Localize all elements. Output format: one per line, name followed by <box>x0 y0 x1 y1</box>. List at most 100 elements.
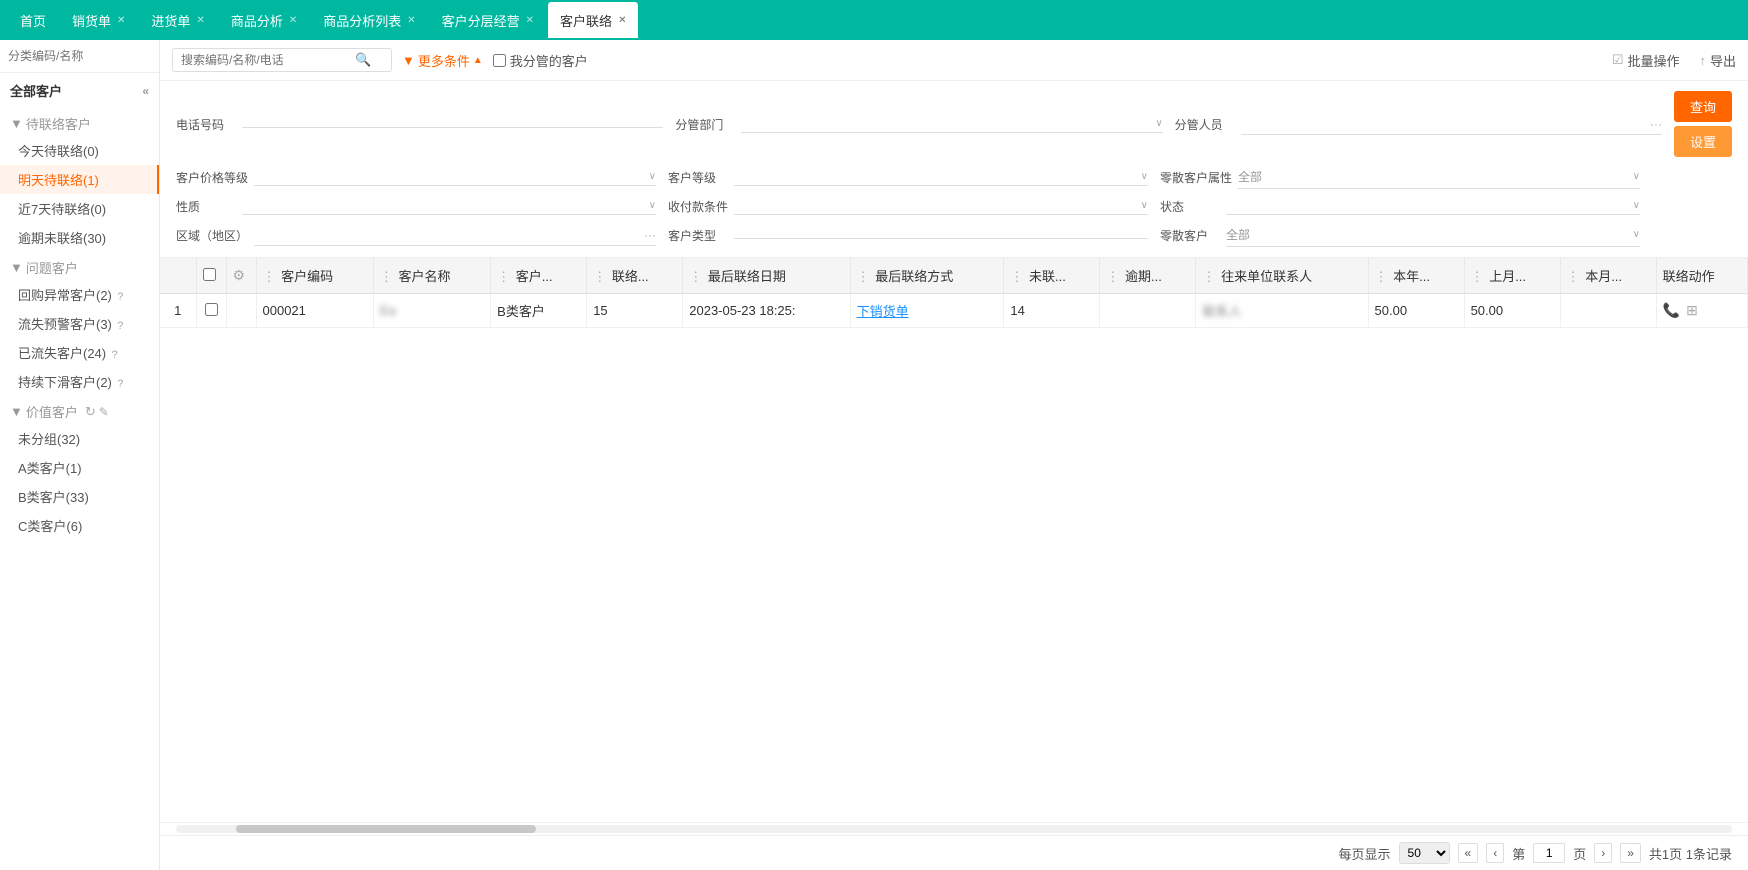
sidebar-item-class-b[interactable]: B类客户(33) <box>0 482 159 511</box>
sidebar-item-today[interactable]: 今天待联络(0) <box>0 136 159 165</box>
help-icon-1[interactable]: ? <box>117 320 123 332</box>
nav-goods-analysis-list[interactable]: 商品分析列表 ✕ <box>311 2 427 38</box>
filter-region-select[interactable]: ··· <box>254 225 656 246</box>
col-contact-label: 联络... <box>612 269 649 284</box>
sidebar-item-churned[interactable]: 已流失客户(24) ? <box>0 338 159 367</box>
cell-last-month: 50.00 <box>1464 294 1560 328</box>
sort-icon-date: ⋮ <box>689 269 702 284</box>
filter-status-select[interactable]: ∨ <box>1226 197 1640 215</box>
filter-region-dots-icon[interactable]: ··· <box>644 228 656 242</box>
prev-page-btn[interactable]: ‹ <box>1486 843 1504 863</box>
export-icon: ↑ <box>1699 53 1706 68</box>
help-icon-2[interactable]: ? <box>111 349 117 361</box>
nav-customer-contact-close-icon[interactable]: ✕ <box>618 15 626 26</box>
col-last-contact-date[interactable]: ⋮ 最后联络日期 <box>683 258 850 294</box>
scrollbar-thumb[interactable] <box>236 825 536 833</box>
nav-home[interactable]: 首页 <box>8 2 58 38</box>
row-action-grid-icon[interactable]: ⊞ <box>1686 302 1698 319</box>
sidebar-item-overdue[interactable]: 逾期未联络(30) <box>0 223 159 252</box>
filter-nature-select[interactable]: ∨ <box>242 197 656 215</box>
sort-icon-contact: ⋮ <box>593 269 606 284</box>
filter-customer-level-select[interactable]: ∨ <box>734 168 1148 186</box>
col-this-month[interactable]: ⋮ 本月... <box>1560 258 1656 294</box>
filter-payment-select[interactable]: ∨ <box>734 197 1148 215</box>
filter-dept-select[interactable]: ∨ <box>741 115 1162 133</box>
nav-customer-contact[interactable]: 客户联络 ✕ <box>548 2 638 38</box>
col-uncontacted[interactable]: ⋮ 未联... <box>1004 258 1100 294</box>
current-page-input[interactable] <box>1533 843 1565 863</box>
col-this-year[interactable]: ⋮ 本年... <box>1368 258 1464 294</box>
sidebar-section-pending: ▼ 待联络客户 <box>0 108 159 136</box>
main-search-icon[interactable]: 🔍 <box>355 52 371 68</box>
page-size-select[interactable]: 50 100 200 <box>1399 842 1450 864</box>
value-refresh-icon[interactable]: ↻ <box>85 404 96 420</box>
cell-checkbox <box>196 294 226 328</box>
row-action-phone-icon[interactable]: 📞 <box>1663 302 1680 319</box>
sidebar-item-week[interactable]: 近7天待联络(0) <box>0 194 159 223</box>
table-gear-icon[interactable]: ⚙ <box>233 267 246 283</box>
last-page-btn[interactable]: » <box>1620 843 1641 863</box>
nav-customer-segment-close-icon[interactable]: ✕ <box>526 15 534 26</box>
col-customer-type[interactable]: ⋮ 客户... <box>491 258 587 294</box>
sidebar-collapse-icon[interactable]: « <box>142 84 149 98</box>
help-icon-0[interactable]: ? <box>117 291 123 303</box>
pending-collapse-icon[interactable]: ▼ <box>10 116 23 131</box>
sidebar-item-tomorrow[interactable]: 明天待联络(1) <box>0 165 159 194</box>
filter-customer-type-label: 客户类型 <box>668 227 728 244</box>
col-overdue-label: 逾期... <box>1125 269 1162 284</box>
col-customer-code[interactable]: ⋮ 客户编码 <box>256 258 373 294</box>
filter-customer-type-input[interactable] <box>734 232 1148 239</box>
filter-retail-customer-select[interactable]: 全部 ∨ <box>1226 223 1640 247</box>
nav-sales-close-icon[interactable]: ✕ <box>117 15 125 26</box>
sidebar-item-continuous-decline[interactable]: 持续下滑客户(2) ? <box>0 367 159 396</box>
col-unit-contacts[interactable]: ⋮ 往来单位联系人 <box>1196 258 1368 294</box>
col-customer-code-label: 客户编码 <box>281 269 333 284</box>
col-last-contact-method[interactable]: ⋮ 最后联络方式 <box>850 258 1004 294</box>
sidebar-item-ungrouped[interactable]: 未分组(32) <box>0 424 159 453</box>
sidebar-item-repurchase-abnormal[interactable]: 回购异常客户(2) ? <box>0 280 159 309</box>
help-icon-3[interactable]: ? <box>117 378 123 390</box>
row-checkbox[interactable] <box>205 303 218 316</box>
batch-action-btn[interactable]: ☑ 批量操作 <box>1612 51 1680 70</box>
last-contact-method-link[interactable]: 下销货单 <box>857 304 909 319</box>
export-btn[interactable]: ↑ 导出 <box>1699 51 1736 70</box>
nav-purchase-close-icon[interactable]: ✕ <box>196 15 204 26</box>
problem-collapse-icon[interactable]: ▼ <box>10 260 23 275</box>
sidebar-item-class-c[interactable]: C类客户(6) <box>0 511 159 540</box>
col-contact[interactable]: ⋮ 联络... <box>587 258 683 294</box>
horizontal-scrollbar-track[interactable] <box>160 822 1748 835</box>
value-collapse-icon[interactable]: ▼ <box>10 404 23 419</box>
set-button[interactable]: 设置 <box>1674 126 1732 157</box>
sidebar-item-class-a[interactable]: A类客户(1) <box>0 453 159 482</box>
export-label: 导出 <box>1710 51 1736 70</box>
my-customers-checkbox[interactable] <box>493 54 506 67</box>
filter-retail-attr-select[interactable]: 全部 ∨ <box>1238 165 1640 189</box>
nav-purchase[interactable]: 进货单 ✕ <box>139 2 216 38</box>
sidebar-item-today-label: 今天待联络(0) <box>18 144 99 159</box>
value-edit-icon[interactable]: ✎ <box>99 405 109 419</box>
col-last-month[interactable]: ⋮ 上月... <box>1464 258 1560 294</box>
more-conditions-btn[interactable]: ▼ 更多条件 ▲ <box>402 51 483 70</box>
col-overdue[interactable]: ⋮ 逾期... <box>1100 258 1196 294</box>
customer-table: ⚙ ⋮ 客户编码 ⋮ 客户名称 ⋮ 客户... <box>160 258 1748 328</box>
filter-person-select[interactable]: ··· <box>1241 114 1662 135</box>
filter-person-dots-icon[interactable]: ··· <box>1650 117 1662 131</box>
nav-sales[interactable]: 销货单 ✕ <box>60 2 137 38</box>
filter-phone-input[interactable] <box>242 121 663 128</box>
filter-customer-price-level-select[interactable]: ∨ <box>254 168 656 186</box>
nav-goods-analysis[interactable]: 商品分析 ✕ <box>219 2 309 38</box>
select-all-checkbox[interactable] <box>203 268 216 281</box>
sidebar-search-input[interactable] <box>8 49 160 63</box>
first-page-btn[interactable]: « <box>1458 843 1479 863</box>
nav-customer-segment[interactable]: 客户分层经营 ✕ <box>430 2 546 38</box>
sidebar-item-ungrouped-label: 未分组(32) <box>18 432 80 447</box>
nav-goods-analysis-list-close-icon[interactable]: ✕ <box>407 15 415 26</box>
query-button[interactable]: 查询 <box>1674 91 1732 122</box>
sidebar-all-customers-header[interactable]: 全部客户 « <box>0 73 159 108</box>
sidebar-item-churn-risk[interactable]: 流失预警客户(3) ? <box>0 309 159 338</box>
nav-goods-analysis-close-icon[interactable]: ✕ <box>289 15 297 26</box>
col-customer-name[interactable]: ⋮ 客户名称 <box>373 258 490 294</box>
next-page-btn[interactable]: › <box>1594 843 1612 863</box>
main-search-input[interactable] <box>181 53 351 67</box>
sidebar-item-tomorrow-label: 明天待联络(1) <box>18 173 99 188</box>
